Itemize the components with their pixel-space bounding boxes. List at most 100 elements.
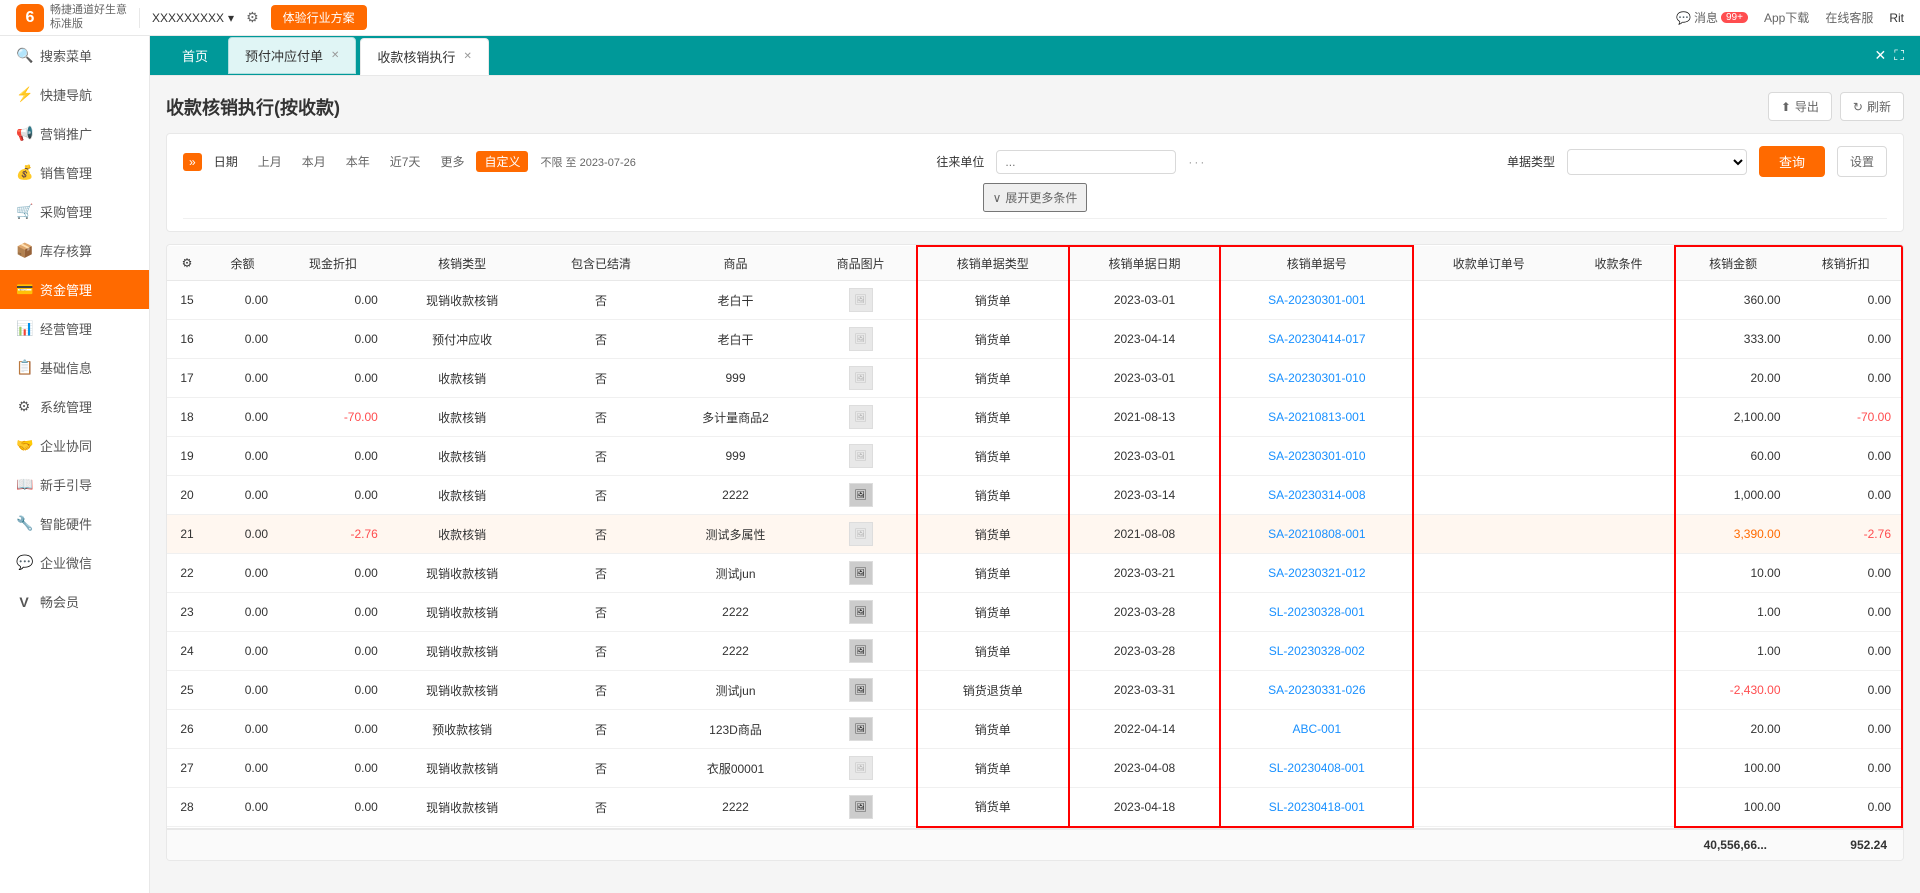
cell-report-no[interactable]: SA-20210813-001 bbox=[1220, 398, 1413, 437]
cell-cash_discount: -70.00 bbox=[278, 398, 388, 437]
refresh-button[interactable]: ↻ 刷新 bbox=[1840, 92, 1904, 121]
report-no-link[interactable]: SA-20230301-001 bbox=[1268, 293, 1365, 307]
sidebar-item-enterprise[interactable]: 🤝 企业协同 bbox=[0, 426, 149, 465]
cell-report-no[interactable]: SA-20230314-008 bbox=[1220, 476, 1413, 515]
tab-prepay-close[interactable]: ✕ bbox=[331, 50, 339, 61]
report-no-link[interactable]: SL-20230328-002 bbox=[1269, 644, 1365, 658]
cell-receipt-condition bbox=[1563, 359, 1674, 398]
sidebar-item-member[interactable]: V 畅会员 bbox=[0, 582, 149, 621]
sidebar-item-guide[interactable]: 📖 新手引导 bbox=[0, 465, 149, 504]
report-no-link[interactable]: SA-20230414-017 bbox=[1268, 332, 1365, 346]
source-unit-input[interactable] bbox=[996, 150, 1176, 174]
col-receipt-order-no: 收款单订单号 bbox=[1413, 246, 1563, 281]
report-no-link[interactable]: ABC-001 bbox=[1292, 722, 1341, 736]
messages-item[interactable]: 💬 消息 99+ bbox=[1676, 9, 1748, 26]
sidebar-item-label: 营销推广 bbox=[40, 124, 92, 143]
cell-report-no[interactable]: SA-20230321-012 bbox=[1220, 554, 1413, 593]
cell-receipt-order-no bbox=[1413, 398, 1563, 437]
cell-id: 24 bbox=[167, 632, 207, 671]
cell-report-no[interactable]: SA-20230301-010 bbox=[1220, 359, 1413, 398]
report-no-link[interactable]: SA-20230331-026 bbox=[1268, 683, 1365, 697]
expand-button[interactable]: ∨ 展开更多条件 bbox=[983, 183, 1088, 212]
cell-report-no[interactable]: SA-20230414-017 bbox=[1220, 320, 1413, 359]
cell-id: 26 bbox=[167, 710, 207, 749]
table-row: 260.000.00预收款核销否123D商品🖼销货单2022-04-14ABC-… bbox=[167, 710, 1902, 749]
cell-product: 999 bbox=[666, 437, 806, 476]
cell-report-no[interactable]: SL-20230328-002 bbox=[1220, 632, 1413, 671]
more-btn[interactable]: 更多 bbox=[432, 151, 472, 172]
settings-filter-button[interactable]: 设置 bbox=[1837, 146, 1887, 177]
cell-report-type: 销货单 bbox=[917, 554, 1069, 593]
report-no-link[interactable]: SA-20210813-001 bbox=[1268, 410, 1365, 424]
tab-receipts[interactable]: 收款核销执行 ✕ bbox=[360, 38, 488, 75]
cell-receipt-condition bbox=[1563, 554, 1674, 593]
sidebar-item-quicknav[interactable]: ⚡ 快捷导航 bbox=[0, 75, 149, 114]
cell-report-no[interactable]: SL-20230408-001 bbox=[1220, 749, 1413, 788]
sidebar-item-funds[interactable]: 💳 资金管理 bbox=[0, 270, 149, 309]
sidebar-item-system[interactable]: ⚙ 系统管理 bbox=[0, 387, 149, 426]
gear-button[interactable]: ⚙ bbox=[246, 9, 259, 26]
custom-btn[interactable]: 自定义 bbox=[476, 151, 528, 172]
last-month-btn[interactable]: 上月 bbox=[250, 151, 290, 172]
cell-product: 测试jun bbox=[666, 671, 806, 710]
table-body: 150.000.00现销收款核销否老白干🖼销货单2023-03-01SA-202… bbox=[167, 281, 1902, 827]
sidebar-item-sales[interactable]: 💰 销售管理 bbox=[0, 153, 149, 192]
cell-verify_type: 收款核销 bbox=[388, 476, 537, 515]
chevron-down-icon[interactable]: ▾ bbox=[228, 11, 234, 25]
cell-report-type: 销货单 bbox=[917, 437, 1069, 476]
sidebar-item-marketing[interactable]: 📢 营销推广 bbox=[0, 114, 149, 153]
cell-product: 测试jun bbox=[666, 554, 806, 593]
cell-report-type: 销货退货单 bbox=[917, 671, 1069, 710]
tab-prepay-label: 预付冲应付单 bbox=[245, 46, 323, 65]
source-unit-dots[interactable]: ··· bbox=[1188, 155, 1206, 169]
col-settings[interactable]: ⚙ bbox=[167, 246, 207, 281]
cell-report-no[interactable]: SA-20210808-001 bbox=[1220, 515, 1413, 554]
this-year-btn[interactable]: 本年 bbox=[338, 151, 378, 172]
export-button[interactable]: ⬆ 导出 bbox=[1768, 92, 1832, 121]
cell-report-no[interactable]: SL-20230418-001 bbox=[1220, 788, 1413, 827]
online-service[interactable]: 在线客服 bbox=[1825, 9, 1873, 26]
last7-btn[interactable]: 近7天 bbox=[382, 151, 429, 172]
cell-product: 衣服00001 bbox=[666, 749, 806, 788]
sidebar-item-hardware[interactable]: 🔧 智能硬件 bbox=[0, 504, 149, 543]
cell-verify-amount: 100.00 bbox=[1675, 749, 1791, 788]
query-button[interactable]: 查询 bbox=[1759, 146, 1825, 177]
fullscreen-icon[interactable]: ⛶ bbox=[1894, 47, 1904, 64]
cell-product-image: 🖼 bbox=[805, 710, 916, 749]
cell-receipt-order-no bbox=[1413, 749, 1563, 788]
sidebar-item-operations[interactable]: 📊 经营管理 bbox=[0, 309, 149, 348]
report-no-link[interactable]: SL-20230408-001 bbox=[1269, 761, 1365, 775]
cell-receipt-condition bbox=[1563, 476, 1674, 515]
filter-arrow[interactable]: » bbox=[183, 153, 202, 171]
cell-report-no[interactable]: SL-20230328-001 bbox=[1220, 593, 1413, 632]
report-no-link[interactable]: SA-20230301-010 bbox=[1268, 371, 1365, 385]
app-download[interactable]: App下载 bbox=[1764, 9, 1809, 26]
user-name[interactable]: Rit bbox=[1889, 11, 1904, 25]
sidebar-item-inventory[interactable]: 📦 库存核算 bbox=[0, 231, 149, 270]
tab-prepay[interactable]: 预付冲应付单 ✕ bbox=[228, 37, 356, 74]
sidebar-item-search[interactable]: 🔍 搜索菜单 bbox=[0, 36, 149, 75]
report-no-link[interactable]: SL-20230418-001 bbox=[1269, 800, 1365, 814]
table-row: 250.000.00现销收款核销否测试jun🖼销货退货单2023-03-31SA… bbox=[167, 671, 1902, 710]
sidebar-item-label: 搜索菜单 bbox=[40, 46, 92, 65]
sidebar-item-wechat[interactable]: 💬 企业微信 bbox=[0, 543, 149, 582]
tab-home[interactable]: 首页 bbox=[166, 38, 224, 73]
cell-report-no[interactable]: SA-20230301-010 bbox=[1220, 437, 1413, 476]
report-no-link[interactable]: SL-20230328-001 bbox=[1269, 605, 1365, 619]
close-all-icon[interactable]: ✕ bbox=[1874, 47, 1886, 64]
sidebar-item-basics[interactable]: 📋 基础信息 bbox=[0, 348, 149, 387]
tab-receipts-close[interactable]: ✕ bbox=[463, 51, 471, 62]
this-month-btn[interactable]: 本月 bbox=[294, 151, 334, 172]
report-no-link[interactable]: SA-20210808-001 bbox=[1268, 527, 1365, 541]
report-no-link[interactable]: SA-20230321-012 bbox=[1268, 566, 1365, 580]
sidebar-item-purchase[interactable]: 🛒 采购管理 bbox=[0, 192, 149, 231]
report-type-select[interactable] bbox=[1567, 149, 1747, 175]
report-no-link[interactable]: SA-20230314-008 bbox=[1268, 488, 1365, 502]
report-no-link[interactable]: SA-20230301-010 bbox=[1268, 449, 1365, 463]
cell-report-no[interactable]: SA-20230331-026 bbox=[1220, 671, 1413, 710]
cell-report-no[interactable]: ABC-001 bbox=[1220, 710, 1413, 749]
solution-button[interactable]: 体验行业方案 bbox=[271, 5, 367, 30]
source-unit-label: 往来单位 bbox=[936, 153, 984, 170]
cell-report-no[interactable]: SA-20230301-001 bbox=[1220, 281, 1413, 320]
tab-bar-right: ✕ ⛶ bbox=[1874, 47, 1904, 64]
